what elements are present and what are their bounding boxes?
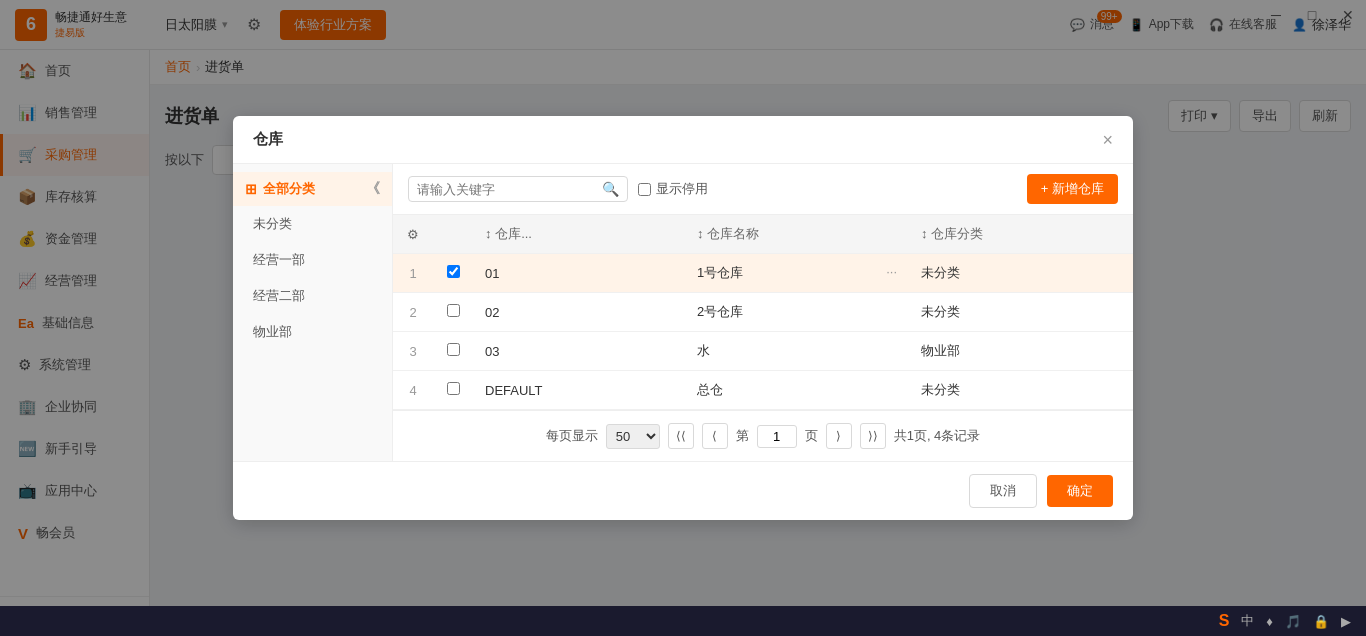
grid-icon: ⊞ [245,181,257,197]
category-item-op2[interactable]: 经营二部 [233,278,392,314]
table-body: 1 01 1号仓库··· 未分类 2 02 2号仓库 未分类 3 03 水 物业… [393,254,1133,410]
th-name: ↕ 仓库名称 [685,215,909,254]
category-sidebar: ⊞ 全部分类 《 未分类 经营一部 经营二部 物业部 [233,164,393,461]
row-code: 03 [473,332,685,371]
modal-header: 仓库 × [233,116,1133,164]
row-num: 1 [393,254,433,293]
row-checkbox[interactable] [433,254,473,293]
row-name: 水 [685,332,909,371]
all-categories-item[interactable]: ⊞ 全部分类 《 [233,172,392,206]
new-warehouse-button[interactable]: + 新增仓库 [1027,174,1118,204]
search-box: 🔍 [408,176,628,202]
category-item-op1[interactable]: 经营一部 [233,242,392,278]
status-icon-lock: 🔒 [1313,614,1329,629]
modal-pagination: 每页显示 50 20 100 ⟨⟨ ⟨ 第 页 ⟩ ⟩⟩ 共1页, 4 [393,410,1133,461]
all-categories-label: 全部分类 [263,180,315,198]
category-item-property[interactable]: 物业部 [233,314,392,350]
row-num: 3 [393,332,433,371]
row-code: DEFAULT [473,371,685,410]
status-icon-s: S [1219,612,1230,630]
row-code: 01 [473,254,685,293]
row-category: 未分类 [909,254,1133,293]
warehouse-table-wrap: ⚙ ↕ 仓库... ↕ 仓库名称 ↕ 仓库分类 [393,215,1133,410]
last-page-button[interactable]: ⟩⟩ [860,423,886,449]
show-disabled-label: 显示停用 [656,180,708,198]
first-page-button[interactable]: ⟨⟨ [668,423,694,449]
per-page-label: 每页显示 [546,427,598,445]
search-input[interactable] [417,182,602,197]
row-name: 1号仓库··· [685,254,909,293]
statusbar: S 中 ♦ 🎵 🔒 ▶ [0,606,1366,636]
prev-page-button[interactable]: ⟨ [702,423,728,449]
row-checkbox[interactable] [433,332,473,371]
collapse-icon[interactable]: 《 [366,180,380,198]
table-row[interactable]: 3 03 水 物业部 [393,332,1133,371]
modal-overlay: 仓库 × ⊞ 全部分类 《 未分类 经营一部 经营二部 物业部 [0,0,1366,636]
table-row[interactable]: 2 02 2号仓库 未分类 [393,293,1133,332]
row-category: 未分类 [909,293,1133,332]
per-page-select[interactable]: 50 20 100 [606,424,660,449]
cancel-button[interactable]: 取消 [969,474,1037,508]
warehouse-modal: 仓库 × ⊞ 全部分类 《 未分类 经营一部 经营二部 物业部 [233,116,1133,520]
page-unit: 页 [805,427,818,445]
row-category: 物业部 [909,332,1133,371]
status-icon-mic: 🎵 [1285,614,1301,629]
status-icon-cn: 中 [1241,612,1254,630]
table-row[interactable]: 1 01 1号仓库··· 未分类 [393,254,1133,293]
row-category: 未分类 [909,371,1133,410]
modal-body: ⊞ 全部分类 《 未分类 经营一部 经营二部 物业部 🔍 [233,164,1133,461]
modal-footer: 取消 确定 [233,461,1133,520]
row-name: 总仓 [685,371,909,410]
search-icon: 🔍 [602,181,619,197]
page-input[interactable] [757,425,797,448]
total-info: 共1页, 4条记录 [894,427,981,445]
right-panel: 🔍 显示停用 + 新增仓库 ⚙ [393,164,1133,461]
th-category: ↕ 仓库分类 [909,215,1133,254]
status-icon-dot: ♦ [1266,614,1273,629]
row-code: 02 [473,293,685,332]
confirm-button[interactable]: 确定 [1047,475,1113,507]
table-header: ⚙ ↕ 仓库... ↕ 仓库名称 ↕ 仓库分类 [393,215,1133,254]
modal-close-button[interactable]: × [1102,131,1113,149]
row-checkbox[interactable] [433,293,473,332]
th-code: ↕ 仓库... [473,215,685,254]
row-name: 2号仓库 [685,293,909,332]
page-label: 第 [736,427,749,445]
right-toolbar: 🔍 显示停用 + 新增仓库 [393,164,1133,215]
next-page-button[interactable]: ⟩ [826,423,852,449]
row-num: 4 [393,371,433,410]
show-disabled-checkbox[interactable]: 显示停用 [638,180,708,198]
th-check [433,215,473,254]
modal-title: 仓库 [253,130,283,149]
th-gear[interactable]: ⚙ [393,215,433,254]
table-row[interactable]: 4 DEFAULT 总仓 未分类 [393,371,1133,410]
warehouse-table: ⚙ ↕ 仓库... ↕ 仓库名称 ↕ 仓库分类 [393,215,1133,410]
status-icon-play: ▶ [1341,614,1351,629]
category-item-unclassified[interactable]: 未分类 [233,206,392,242]
row-checkbox[interactable] [433,371,473,410]
row-num: 2 [393,293,433,332]
